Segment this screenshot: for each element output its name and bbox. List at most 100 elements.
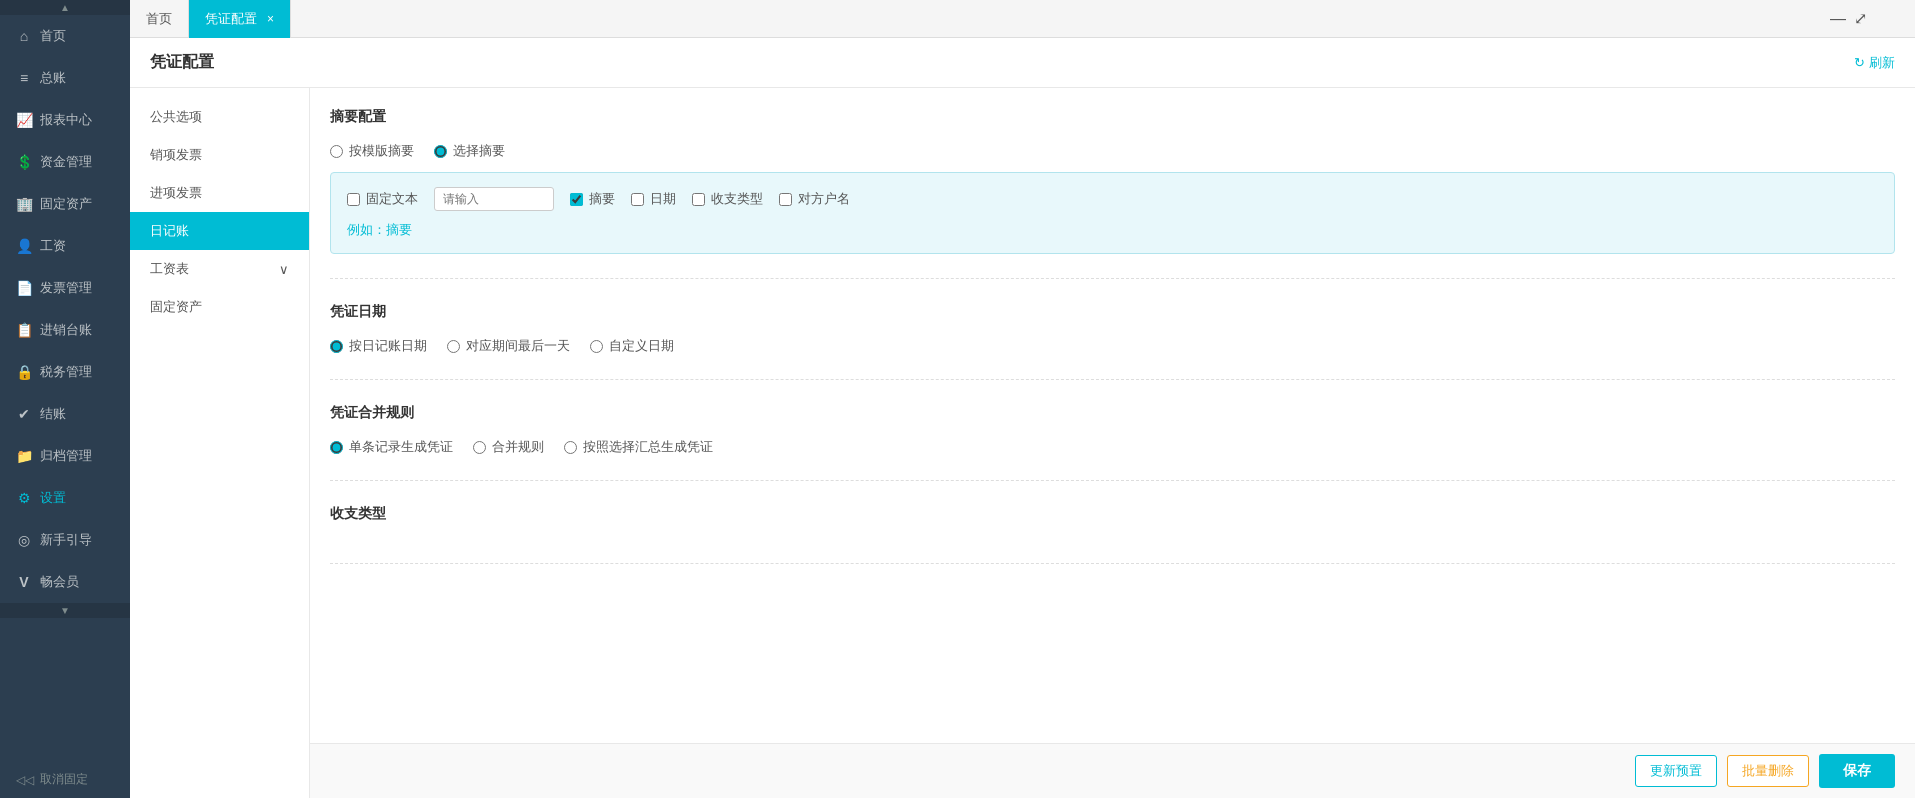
update-preview-button[interactable]: 更新预置: [1635, 755, 1717, 787]
radio-select-summary-label: 选择摘要: [453, 142, 505, 160]
fund-icon: 💲: [16, 154, 32, 170]
tab-voucher-config-label: 凭证配置: [205, 10, 257, 28]
sidebar-item-home-label: 首页: [40, 27, 66, 45]
merge-rules-section: 凭证合并规则 单条记录生成凭证 合并规则 按照选择汇总生成凭证: [330, 404, 1895, 481]
radio-summary-gen[interactable]: 按照选择汇总生成凭证: [564, 438, 713, 456]
sidebar-item-member[interactable]: V 畅会员: [0, 561, 130, 603]
left-nav-item-fixed-asset[interactable]: 固定资产: [130, 288, 309, 326]
checkbox-fixed-text[interactable]: 固定文本: [347, 190, 418, 208]
sidebar-item-settings[interactable]: ⚙ 设置: [0, 477, 130, 519]
radio-merge-rule[interactable]: 合并规则: [473, 438, 544, 456]
sidebar-item-checkout[interactable]: ✔ 结账: [0, 393, 130, 435]
checkbox-date-label: 日期: [650, 190, 676, 208]
checkbox-date[interactable]: 日期: [631, 190, 676, 208]
checkbox-counterpart[interactable]: 对方户名: [779, 190, 850, 208]
sidebar-item-home[interactable]: ⌂ 首页: [0, 15, 130, 57]
radio-single-record-input[interactable]: [330, 441, 343, 454]
ledger-icon: ≡: [16, 70, 32, 86]
radio-last-day[interactable]: 对应期间最后一天: [447, 337, 570, 355]
report-icon: 📈: [16, 112, 32, 128]
tab-voucher-config[interactable]: 凭证配置 ×: [189, 0, 291, 38]
radio-select-summary-input[interactable]: [434, 145, 447, 158]
sidebar-item-asset[interactable]: 🏢 固定资产: [0, 183, 130, 225]
radio-custom-date-input[interactable]: [590, 340, 603, 353]
checkbox-summary[interactable]: 摘要: [570, 190, 615, 208]
radio-custom-date[interactable]: 自定义日期: [590, 337, 674, 355]
checkbox-payment-type[interactable]: 收支类型: [692, 190, 763, 208]
sidebar-item-archive[interactable]: 📁 归档管理: [0, 435, 130, 477]
tab-home-label: 首页: [146, 10, 172, 28]
radio-journal-date[interactable]: 按日记账日期: [330, 337, 427, 355]
window-maximize-button[interactable]: ⤢: [1854, 9, 1867, 28]
sidebar-item-ledger-label: 总账: [40, 69, 66, 87]
left-nav-sales-label: 销项发票: [150, 146, 202, 164]
voucher-date-section: 凭证日期 按日记账日期 对应期间最后一天 自定义日期: [330, 303, 1895, 380]
sidebar-item-fund[interactable]: 💲 资金管理: [0, 141, 130, 183]
left-nav-item-payroll[interactable]: 工资表 ∨: [130, 250, 309, 288]
sidebar-item-asset-label: 固定资产: [40, 195, 92, 213]
checkbox-payment-type-input[interactable]: [692, 193, 705, 206]
guide-icon: ◎: [16, 532, 32, 548]
tab-home[interactable]: 首页: [130, 0, 189, 38]
checkbox-counterpart-label: 对方户名: [798, 190, 850, 208]
left-nav-payroll-label: 工资表: [150, 260, 189, 278]
voucher-date-radio-group: 按日记账日期 对应期间最后一天 自定义日期: [330, 337, 1895, 355]
tab-bar-actions: — ⤢: [1830, 9, 1875, 28]
right-content: 摘要配置 按模版摘要 选择摘要: [310, 88, 1915, 743]
sidebar-item-invoice-label: 发票管理: [40, 279, 92, 297]
left-nav-item-public[interactable]: 公共选项: [130, 98, 309, 136]
income-type-section: 收支类型: [330, 505, 1895, 564]
radio-select-summary[interactable]: 选择摘要: [434, 142, 505, 160]
sidebar-item-trade[interactable]: 📋 进销台账: [0, 309, 130, 351]
radio-last-day-input[interactable]: [447, 340, 460, 353]
left-nav-purchase-label: 进项发票: [150, 184, 202, 202]
sidebar-item-archive-label: 归档管理: [40, 447, 92, 465]
radio-journal-date-input[interactable]: [330, 340, 343, 353]
refresh-button[interactable]: ↻ 刷新: [1854, 54, 1895, 72]
batch-delete-button[interactable]: 批量删除: [1727, 755, 1809, 787]
left-nav-item-sales[interactable]: 销项发票: [130, 136, 309, 174]
income-type-section-title: 收支类型: [330, 505, 1895, 523]
sidebar-item-ledger[interactable]: ≡ 总账: [0, 57, 130, 99]
window-minimize-button[interactable]: —: [1830, 9, 1846, 28]
merge-rules-radio-group: 单条记录生成凭证 合并规则 按照选择汇总生成凭证: [330, 438, 1895, 456]
left-nav-journal-label: 日记账: [150, 222, 189, 240]
radio-custom-date-label: 自定义日期: [609, 337, 674, 355]
radio-last-day-label: 对应期间最后一天: [466, 337, 570, 355]
sidebar-scroll-down[interactable]: ▼: [0, 603, 130, 618]
sidebar-item-report[interactable]: 📈 报表中心: [0, 99, 130, 141]
summary-section-title: 摘要配置: [330, 108, 1895, 126]
checkbox-counterpart-input[interactable]: [779, 193, 792, 206]
radio-merge-rule-input[interactable]: [473, 441, 486, 454]
home-icon: ⌂: [16, 28, 32, 44]
radio-single-record[interactable]: 单条记录生成凭证: [330, 438, 453, 456]
left-nav-item-journal[interactable]: 日记账: [130, 212, 309, 250]
sidebar-item-member-label: 畅会员: [40, 573, 79, 591]
refresh-label: 刷新: [1869, 54, 1895, 72]
fixed-text-input[interactable]: [434, 187, 554, 211]
sidebar-item-guide[interactable]: ◎ 新手引导: [0, 519, 130, 561]
left-nav-item-purchase[interactable]: 进项发票: [130, 174, 309, 212]
radio-template-summary-input[interactable]: [330, 145, 343, 158]
sidebar-item-checkout-label: 结账: [40, 405, 66, 423]
sidebar-unpin-btn[interactable]: ◁◁ 取消固定: [0, 761, 130, 798]
summary-checkbox-row: 固定文本 摘要 日期: [347, 187, 1878, 211]
radio-merge-rule-label: 合并规则: [492, 438, 544, 456]
radio-template-summary-label: 按模版摘要: [349, 142, 414, 160]
radio-template-summary[interactable]: 按模版摘要: [330, 142, 414, 160]
sidebar-item-tax[interactable]: 🔒 税务管理: [0, 351, 130, 393]
checkbox-summary-input[interactable]: [570, 193, 583, 206]
radio-summary-gen-label: 按照选择汇总生成凭证: [583, 438, 713, 456]
checkbox-date-input[interactable]: [631, 193, 644, 206]
sidebar-scroll-up[interactable]: ▲: [0, 0, 130, 15]
checkbox-fixed-text-input[interactable]: [347, 193, 360, 206]
member-icon: V: [16, 574, 32, 590]
invoice-icon: 📄: [16, 280, 32, 296]
sidebar-item-invoice[interactable]: 📄 发票管理: [0, 267, 130, 309]
tax-icon: 🔒: [16, 364, 32, 380]
sidebar-item-salary[interactable]: 👤 工资: [0, 225, 130, 267]
tab-close-icon[interactable]: ×: [267, 12, 274, 26]
radio-summary-gen-input[interactable]: [564, 441, 577, 454]
save-button[interactable]: 保存: [1819, 754, 1895, 788]
content-header: 凭证配置 ↻ 刷新: [130, 38, 1915, 88]
